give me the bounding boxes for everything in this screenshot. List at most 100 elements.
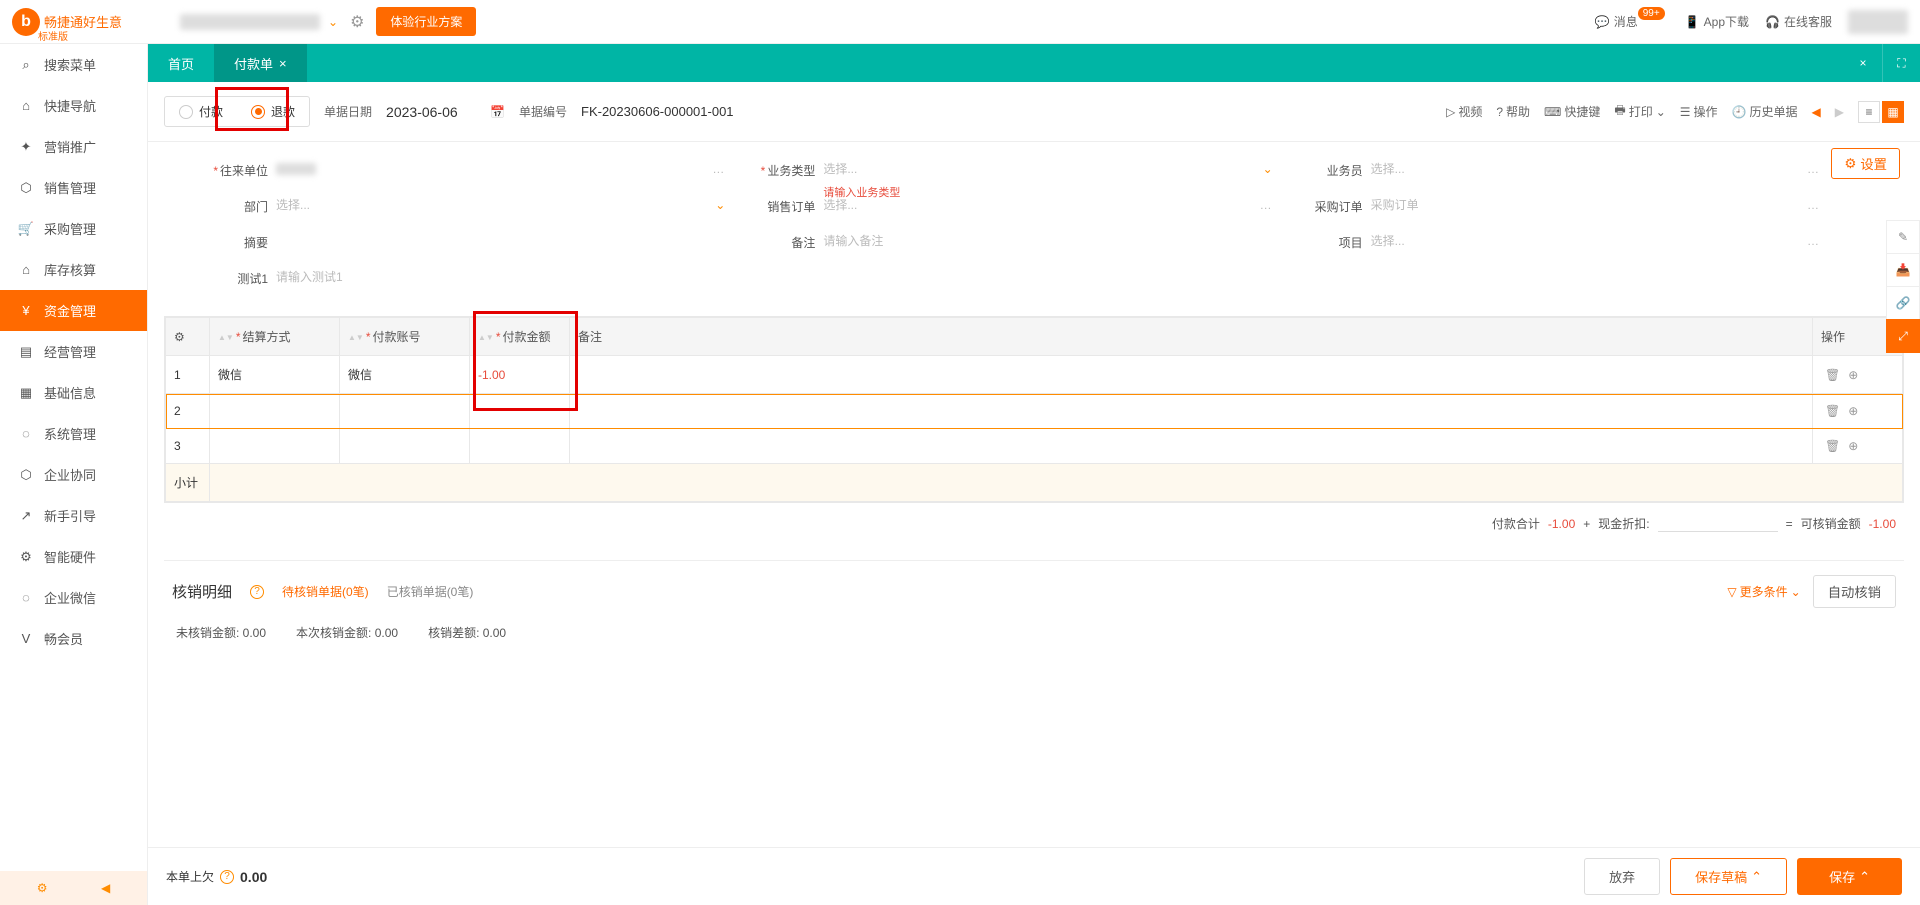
date-input[interactable] <box>386 104 476 120</box>
company-selector[interactable]: ⌄ <box>180 14 338 30</box>
table-row[interactable]: 3 🗑⊕ <box>166 429 1903 464</box>
support-link[interactable]: 🎧 在线客服 <box>1765 13 1832 30</box>
cell-amount[interactable] <box>470 394 570 429</box>
info-icon[interactable]: ? <box>220 870 234 884</box>
delete-icon[interactable]: 🗑 <box>1825 439 1840 453</box>
cell-settle[interactable] <box>210 429 340 464</box>
field-partner: 往来单位 … <box>188 152 735 188</box>
cell-remark[interactable] <box>570 394 1813 429</box>
cell-account[interactable] <box>340 429 470 464</box>
settings-button[interactable]: ⚙设置 <box>1831 148 1900 179</box>
float-note-icon[interactable]: ✎ <box>1886 220 1920 254</box>
purchorder-select[interactable]: 采购订单… <box>1371 196 1820 216</box>
gear-icon[interactable]: ⚙ <box>350 12 364 32</box>
print-link[interactable]: 🖶 打印 ⌄ <box>1614 101 1665 122</box>
float-attach-icon[interactable]: 🔗 <box>1886 286 1920 320</box>
add-icon[interactable]: ⊕ <box>1848 404 1858 418</box>
cell-account[interactable] <box>340 394 470 429</box>
close-icon[interactable]: × <box>279 56 287 71</box>
cell-amount[interactable]: -1.00 <box>470 356 570 394</box>
table-row[interactable]: 1 微信 微信 -1.00 🗑⊕ <box>166 356 1903 394</box>
view-card-icon[interactable]: ▦ <box>1882 101 1904 123</box>
cell-remark[interactable] <box>570 429 1813 464</box>
user-avatar[interactable] <box>1848 10 1908 34</box>
more-filters[interactable]: ▽ 更多条件 ⌄ <box>1727 583 1800 600</box>
sidebar-item-quicknav[interactable]: ⌂快捷导航 <box>0 85 147 126</box>
radio-icon <box>179 105 193 119</box>
sidebar-item-search[interactable]: ⌕搜索菜单 <box>0 44 147 85</box>
tab-home[interactable]: 首页 <box>148 44 214 82</box>
shortcut-link[interactable]: ⌨ 快捷键 <box>1544 103 1600 120</box>
radio-payment[interactable]: 付款 <box>165 97 237 126</box>
biztype-select[interactable]: 选择...⌄ <box>823 160 1272 180</box>
col-settle[interactable]: ▲▼结算方式 <box>210 318 340 356</box>
sidebar-item-collab[interactable]: ⬡企业协同 <box>0 454 147 495</box>
col-gear[interactable]: ⚙ <box>166 318 210 356</box>
discount-input[interactable] <box>1658 516 1778 532</box>
col-amount[interactable]: ▲▼付款金额 <box>470 318 570 356</box>
radio-refund[interactable]: 退款 <box>237 97 309 126</box>
sidebar-item-wechat[interactable]: ◌企业微信 <box>0 577 147 618</box>
ops-link[interactable]: ☰ 操作 <box>1680 103 1718 120</box>
delete-icon[interactable]: 🗑 <box>1825 368 1840 382</box>
cell-settle[interactable] <box>210 394 340 429</box>
app-download-link[interactable]: 📱 App下载 <box>1685 13 1749 30</box>
view-list-icon[interactable]: ≡ <box>1858 101 1880 123</box>
device-icon: ⚙ <box>18 549 34 565</box>
sidebar-item-hardware[interactable]: ⚙智能硬件 <box>0 536 147 577</box>
table-row[interactable]: 2 🗑⊕ <box>166 394 1903 429</box>
tab-pending[interactable]: 待核销单据(0笔) <box>282 583 369 600</box>
dept-select[interactable]: 选择...⌄ <box>276 196 725 216</box>
next-arrow-icon[interactable]: ▶ <box>1835 105 1844 119</box>
cell-remark[interactable] <box>570 356 1813 394</box>
sidebar-item-sales[interactable]: ⬡销售管理 <box>0 167 147 208</box>
sidebar-item-basic[interactable]: ▦基础信息 <box>0 372 147 413</box>
history-link[interactable]: 🕘 历史单据 <box>1732 103 1798 120</box>
save-button[interactable]: 保存 ⌃ <box>1797 858 1902 895</box>
sidebar-item-inventory[interactable]: ⌂库存核算 <box>0 249 147 290</box>
view-toggles: ≡ ▦ <box>1858 101 1904 123</box>
field-remark: 备注 请输入备注 <box>735 224 1282 260</box>
partner-select[interactable]: … <box>276 162 725 179</box>
chevron-up-icon: ⌃ <box>1859 869 1870 885</box>
save-draft-button[interactable]: 保存草稿 ⌃ <box>1670 858 1787 895</box>
abandon-button[interactable]: 放弃 <box>1584 858 1660 895</box>
calendar-icon[interactable]: 📅 <box>490 105 505 119</box>
delete-icon[interactable]: 🗑 <box>1825 404 1840 418</box>
auto-verify-button[interactable]: 自动核销 <box>1813 575 1896 608</box>
test1-input[interactable]: 请输入测试1 <box>276 268 598 288</box>
sidebar-item-finance[interactable]: ¥资金管理 <box>0 290 147 331</box>
sidebar-item-system[interactable]: ◌系统管理 <box>0 413 147 454</box>
sidebar-item-member[interactable]: V畅会员 <box>0 618 147 659</box>
trial-button[interactable]: 体验行业方案 <box>376 7 476 36</box>
tab-close-all[interactable]: × <box>1844 44 1882 82</box>
collapse-icon[interactable]: ◀ <box>101 881 110 895</box>
info-icon[interactable]: ? <box>250 585 264 599</box>
cell-amount[interactable] <box>470 429 570 464</box>
add-icon[interactable]: ⊕ <box>1848 439 1858 453</box>
fullscreen-icon[interactable]: ⛶ <box>1882 44 1920 82</box>
cell-settle[interactable]: 微信 <box>210 356 340 394</box>
video-link[interactable]: ▷ 视频 <box>1446 103 1482 120</box>
messages-link[interactable]: 💬 消息 99+ <box>1595 13 1669 30</box>
sidebar-item-purchase[interactable]: 🛒采购管理 <box>0 208 147 249</box>
add-icon[interactable]: ⊕ <box>1848 368 1858 382</box>
field-test1: 测试1 请输入测试1 <box>188 260 608 296</box>
summary-input[interactable] <box>276 241 725 244</box>
sidebar-item-business[interactable]: ▤经营管理 <box>0 331 147 372</box>
sidebar-item-marketing[interactable]: ✦营销推广 <box>0 126 147 167</box>
cell-account[interactable]: 微信 <box>340 356 470 394</box>
settings-icon[interactable]: ⚙ <box>37 881 48 895</box>
project-select[interactable]: 选择...… <box>1371 232 1820 252</box>
prev-arrow-icon[interactable]: ◀ <box>1812 105 1821 119</box>
col-remark[interactable]: 备注 <box>570 318 1813 356</box>
help-link[interactable]: ? 帮助 <box>1496 103 1530 120</box>
sidebar-item-guide[interactable]: ↗新手引导 <box>0 495 147 536</box>
remark-input[interactable]: 请输入备注 <box>823 232 1272 252</box>
float-expand-icon[interactable]: ⤢ <box>1886 319 1920 353</box>
tab-payment[interactable]: 付款单 × <box>214 44 307 82</box>
float-inbox-icon[interactable]: 📥 <box>1886 253 1920 287</box>
tab-done[interactable]: 已核销单据(0笔) <box>387 583 474 600</box>
col-account[interactable]: ▲▼付款账号 <box>340 318 470 356</box>
salesperson-select[interactable]: 选择...… <box>1371 160 1820 180</box>
